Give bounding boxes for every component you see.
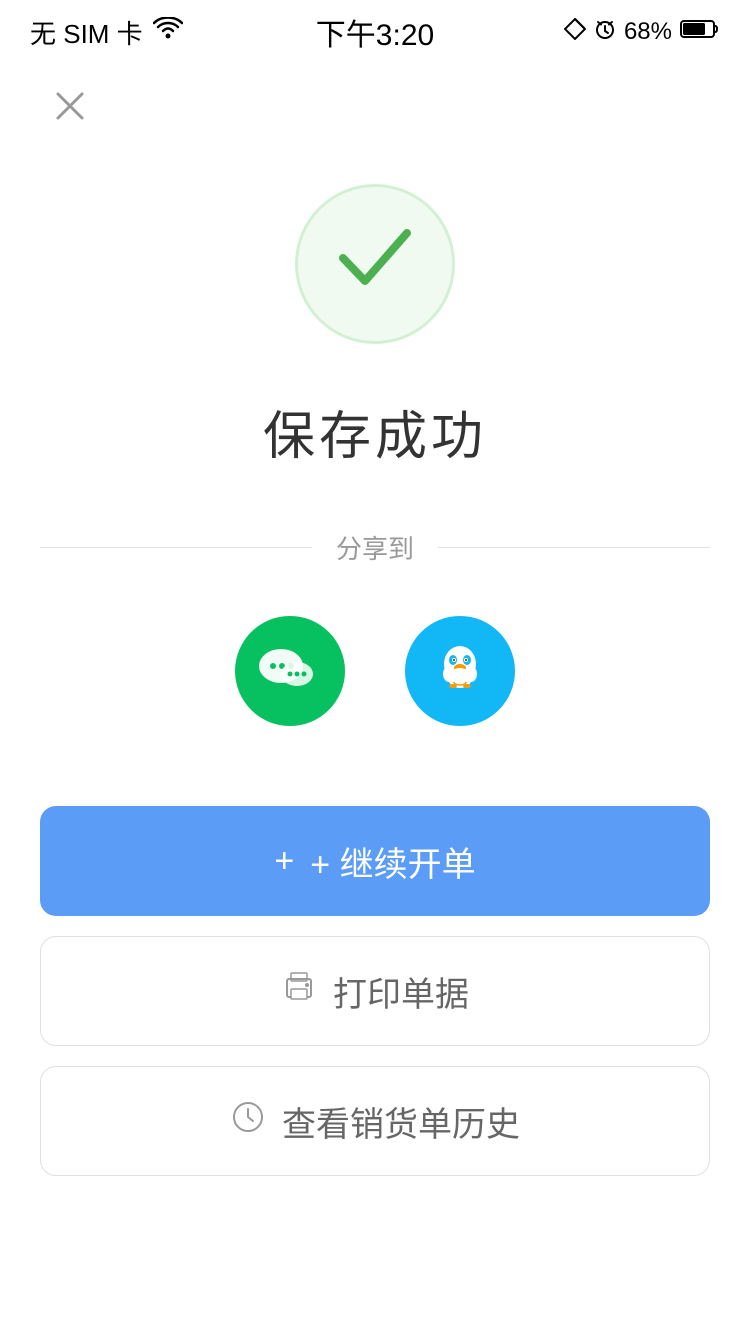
- share-label: 分享到: [312, 529, 438, 566]
- history-button[interactable]: 查看销货单历史: [40, 1066, 710, 1176]
- wifi-icon: [153, 17, 183, 48]
- sim-status: 无 SIM 卡: [30, 14, 143, 51]
- checkmark-icon: [335, 223, 415, 306]
- battery-icon: [680, 18, 720, 47]
- qq-icon: [431, 640, 489, 703]
- main-content: 保存成功 分享到: [0, 64, 750, 1176]
- success-title: 保存成功: [263, 394, 487, 469]
- history-icon: [230, 1099, 266, 1144]
- status-right: 68%: [564, 18, 720, 47]
- wechat-share-button[interactable]: [235, 616, 345, 726]
- status-time: 下午3:20: [316, 10, 434, 54]
- share-section: 分享到: [0, 529, 750, 566]
- continue-label: + 继续开单: [310, 837, 475, 886]
- actions: + + 继续开单 打印单据 查看销货单历史: [0, 806, 750, 1176]
- success-icon-circle: [295, 184, 455, 344]
- status-left: 无 SIM 卡: [30, 14, 183, 51]
- location-icon: [564, 18, 586, 47]
- close-icon: [50, 86, 90, 135]
- print-button[interactable]: 打印单据: [40, 936, 710, 1046]
- close-button[interactable]: [40, 80, 100, 140]
- share-icons: [235, 616, 515, 726]
- qq-share-button[interactable]: [405, 616, 515, 726]
- print-label: 打印单据: [333, 967, 469, 1016]
- battery-percent: 68%: [624, 18, 672, 46]
- wechat-icon: [257, 640, 323, 703]
- status-bar: 无 SIM 卡 下午3:20: [0, 0, 750, 64]
- history-label: 查看销货单历史: [282, 1097, 520, 1146]
- plus-icon: +: [274, 842, 294, 881]
- print-icon: [281, 969, 317, 1014]
- divider-left: [40, 547, 312, 548]
- continue-button[interactable]: + + 继续开单: [40, 806, 710, 916]
- divider-right: [438, 547, 710, 548]
- alarm-icon: [594, 18, 616, 47]
